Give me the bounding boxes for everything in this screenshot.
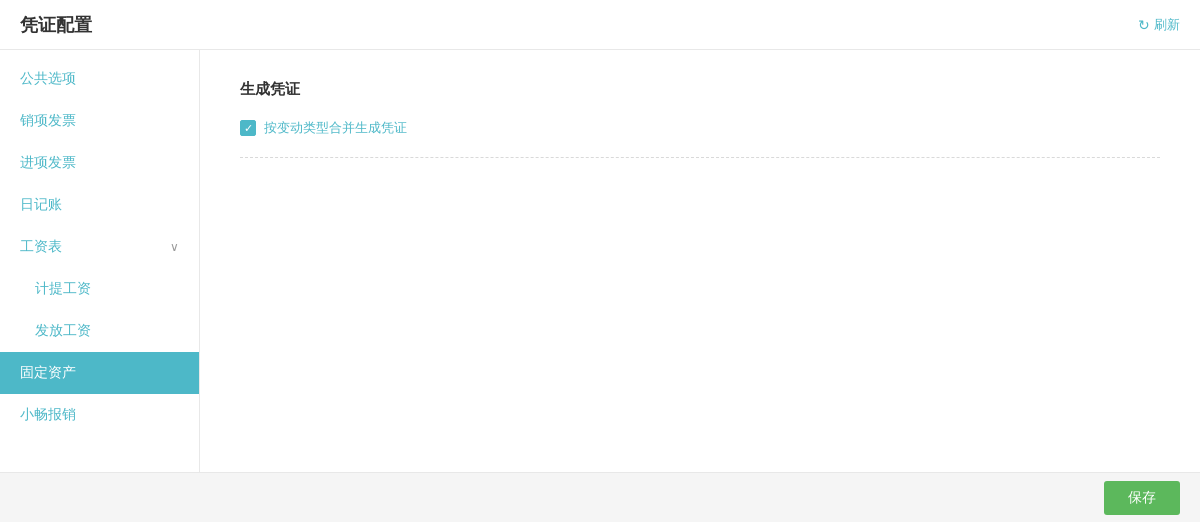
- sidebar-item-label: 进项发票: [20, 154, 76, 172]
- merge-checkbox[interactable]: ✓: [240, 120, 256, 136]
- sidebar-item-payroll[interactable]: 工资表 ∨: [0, 226, 199, 268]
- refresh-label: 刷新: [1154, 16, 1180, 34]
- sidebar-item-label: 固定资产: [20, 364, 76, 382]
- sidebar-item-label: 小畅报销: [20, 406, 76, 424]
- sidebar: 公共选项销项发票进项发票日记账工资表 ∨ 计提工资发放工资固定资产小畅报销: [0, 50, 200, 472]
- refresh-button[interactable]: ↻ 刷新: [1138, 16, 1180, 34]
- chevron-down-icon: ∨: [170, 240, 179, 254]
- checkbox-label[interactable]: 按变动类型合并生成凭证: [264, 119, 407, 137]
- sidebar-item-expense[interactable]: 小畅报销: [0, 394, 199, 436]
- sidebar-item-purchase-invoice[interactable]: 进项发票: [0, 142, 199, 184]
- save-button[interactable]: 保存: [1104, 481, 1180, 515]
- main-layout: 公共选项销项发票进项发票日记账工资表 ∨ 计提工资发放工资固定资产小畅报销 生成凭证…: [0, 50, 1200, 472]
- checkmark-icon: ✓: [244, 123, 253, 134]
- sidebar-item-sales-invoice[interactable]: 销项发票: [0, 100, 199, 142]
- sidebar-item-label: 发放工资: [35, 322, 91, 340]
- sidebar-item-fixed-assets[interactable]: 固定资产: [0, 352, 199, 394]
- sidebar-item-label: 销项发票: [20, 112, 76, 130]
- sidebar-item-calc-salary[interactable]: 计提工资: [0, 268, 199, 310]
- sidebar-item-public[interactable]: 公共选项: [0, 58, 199, 100]
- header: 凭证配置 ↻ 刷新: [0, 0, 1200, 50]
- section-divider: [240, 157, 1160, 158]
- sidebar-item-label: 工资表: [20, 238, 62, 256]
- content-area: 生成凭证 ✓ 按变动类型合并生成凭证: [200, 50, 1200, 472]
- sidebar-item-journal[interactable]: 日记账: [0, 184, 199, 226]
- section-title: 生成凭证: [240, 80, 1160, 99]
- sidebar-item-label: 日记账: [20, 196, 62, 214]
- checkbox-row: ✓ 按变动类型合并生成凭证: [240, 119, 1160, 137]
- footer: 保存: [0, 472, 1200, 522]
- refresh-icon: ↻: [1138, 17, 1150, 33]
- sidebar-item-pay-salary[interactable]: 发放工资: [0, 310, 199, 352]
- page-title: 凭证配置: [20, 13, 92, 37]
- sidebar-item-label: 计提工资: [35, 280, 91, 298]
- sidebar-item-label: 公共选项: [20, 70, 76, 88]
